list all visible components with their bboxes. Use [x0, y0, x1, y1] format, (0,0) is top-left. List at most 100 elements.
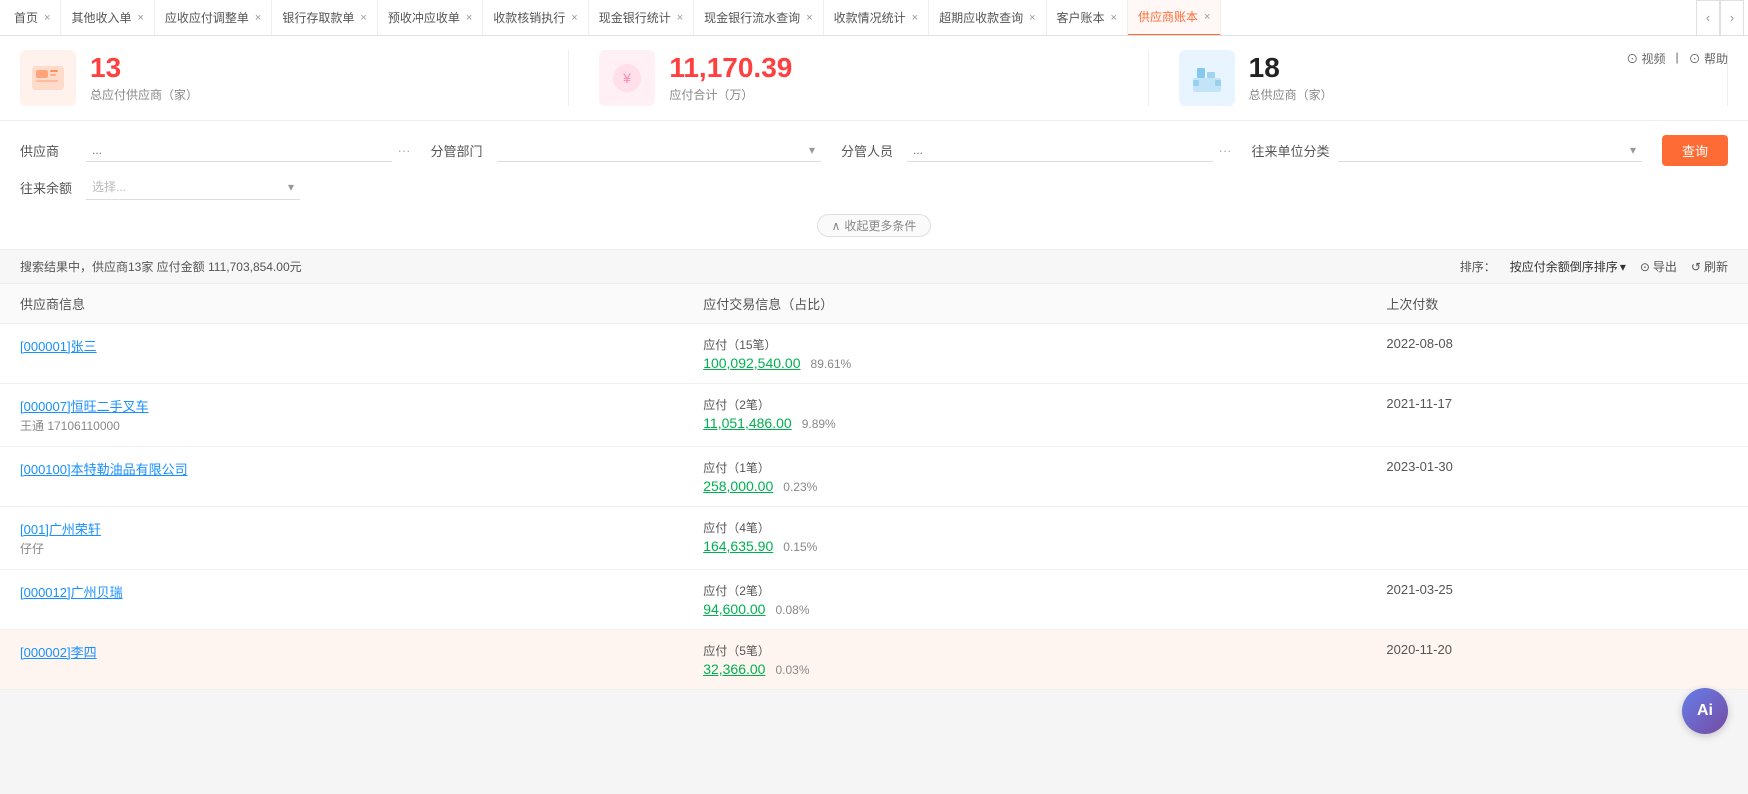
nav-tab-customer-book[interactable]: 客户账本 × [1047, 0, 1128, 36]
nav-tab-prepay[interactable]: 预收冲应收单 × [378, 0, 483, 36]
nav-tab-home-close[interactable]: × [44, 12, 50, 24]
stat-icon-ap: ¥ [599, 50, 655, 106]
person-filter-label: 分管人员 [841, 141, 901, 160]
nav-tab-supplier-book-close[interactable]: × [1204, 11, 1210, 23]
dept-filter-select[interactable]: ▾ [497, 139, 822, 162]
tx-amount-1[interactable]: 100,092,540.00 [703, 355, 800, 371]
nav-tab-cash-stat-label: 现金银行统计 [599, 9, 671, 26]
last-pay-1: 2022-08-08 [1386, 336, 1728, 351]
nav-tab-cash-flow[interactable]: 现金银行流水查询 × [694, 0, 823, 36]
nav-tab-overdue-close[interactable]: × [1029, 12, 1035, 24]
nav-tab-customer-book-close[interactable]: × [1111, 12, 1117, 24]
supplier-filter-dots: ··· [398, 143, 411, 158]
refresh-button[interactable]: ↺ 刷新 [1691, 258, 1728, 275]
search-button[interactable]: 查询 [1662, 135, 1728, 166]
supplier-info-6: [000002]李四 [20, 642, 703, 661]
supplier-link-4[interactable]: [001]广州荣轩 [20, 522, 101, 537]
tx-amount-6[interactable]: 32,366.00 [703, 661, 765, 677]
tx-amount-5[interactable]: 94,600.00 [703, 601, 765, 617]
stat-value-ap: 11,170.39 [669, 53, 792, 84]
filter-item-balance: 往来余额 选择... ▾ [20, 174, 300, 200]
supplier-link-3[interactable]: [000100]本特勒油品有限公司 [20, 462, 188, 477]
nav-tab-other-income[interactable]: 其他收入单 × [61, 0, 154, 36]
supplier-link-2[interactable]: [000007]恒旺二手叉车 [20, 399, 149, 414]
svg-text:¥: ¥ [622, 70, 631, 86]
nav-tab-supplier-book[interactable]: 供应商账本 × [1128, 0, 1221, 36]
stat-label-ap: 应付合计（万） [669, 86, 792, 103]
stat-item-total-ap: ¥ 11,170.39 应付合计（万） [569, 50, 1148, 106]
export-icon: ⊙ [1640, 260, 1650, 274]
sort-select[interactable]: 按应付余额倒序排序 ▾ [1510, 258, 1626, 275]
supplier-link-1[interactable]: [000001]张三 [20, 339, 97, 354]
nav-tab-overdue[interactable]: 超期应收款查询 × [929, 0, 1046, 36]
nav-tab-payment-stat[interactable]: 收款情况统计 × [824, 0, 929, 36]
collapse-button[interactable]: ∧ 收起更多条件 [817, 214, 932, 237]
collapse-up-icon: ∧ [832, 219, 841, 233]
nav-tab-other-income-label: 其他收入单 [71, 9, 131, 26]
category-chevron-down-icon: ▾ [1630, 143, 1636, 157]
nav-tab-bank-close[interactable]: × [360, 12, 366, 24]
nav-tab-payment-verify-close[interactable]: × [571, 12, 577, 24]
nav-tab-bank[interactable]: 银行存取款单 × [272, 0, 377, 36]
collapse-row: ∧ 收起更多条件 [20, 208, 1728, 239]
nav-tab-payment-verify[interactable]: 收款核销执行 × [483, 0, 588, 36]
nav-tab-home-label: 首页 [14, 9, 38, 26]
nav-tab-other-income-close[interactable]: × [137, 12, 143, 24]
transaction-info-4: 应付（4笔） 164,635.90 0.15% [703, 519, 1386, 554]
col-header-supplier: 供应商信息 [20, 294, 703, 313]
nav-tab-payment-stat-close[interactable]: × [912, 12, 918, 24]
nav-tab-prepay-close[interactable]: × [466, 12, 472, 24]
balance-select-value: 选择... [92, 178, 126, 195]
filter-item-category: 往来单位分类 ▾ [1252, 139, 1643, 162]
export-label: 导出 [1653, 258, 1677, 275]
nav-arrow-left[interactable]: ‹ [1696, 0, 1720, 36]
tx-label-5: 应付（2笔） [703, 582, 1386, 599]
transaction-info-2: 应付（2笔） 11,051,486.00 9.89% [703, 396, 1386, 431]
tx-row-3: 258,000.00 0.23% [703, 476, 1386, 494]
nav-tab-cash-stat-close[interactable]: × [677, 12, 683, 24]
nav-tab-cash-flow-close[interactable]: × [806, 12, 812, 24]
supplier-sub-4: 仔仔 [20, 540, 703, 557]
table-container: 供应商信息 应付交易信息（占比） 上次付数 [000001]张三 应付（15笔）… [0, 284, 1748, 690]
person-filter-input[interactable] [907, 139, 1213, 162]
nav-arrows: ‹ › [1696, 0, 1744, 36]
balance-filter-select[interactable]: 选择... ▾ [86, 174, 300, 200]
video-link[interactable]: ⊙ 视频 [1626, 50, 1665, 67]
table-row: [001]广州荣轩 仔仔 应付（4笔） 164,635.90 0.15% [0, 507, 1748, 570]
nav-tab-cash-stat[interactable]: 现金银行统计 × [589, 0, 694, 36]
tx-label-3: 应付（1笔） [703, 459, 1386, 476]
ai-assistant-button[interactable]: Ai [1682, 688, 1728, 734]
nav-tab-supplier-book-label: 供应商账本 [1138, 8, 1198, 25]
stat-label-total: 总供应商（家） [1249, 86, 1333, 103]
stat-text-payable: 13 总应付供应商（家） [90, 53, 198, 103]
tx-label-4: 应付（4笔） [703, 519, 1386, 536]
filter-row-1: 供应商 ··· 分管部门 ▾ 分管人员 ··· 往来单位分类 ▾ 查询 [20, 135, 1728, 166]
supplier-info-5: [000012]广州贝瑞 [20, 582, 703, 601]
sort-value-text: 按应付余额倒序排序 [1510, 258, 1618, 275]
sort-label: 排序： [1460, 258, 1496, 275]
supplier-filter-input[interactable] [86, 139, 392, 162]
nav-tab-ar-ap[interactable]: 应收应付调整单 × [155, 0, 272, 36]
nav-tab-home[interactable]: 首页 × [4, 0, 61, 36]
tx-label-6: 应付（5笔） [703, 642, 1386, 659]
export-button[interactable]: ⊙ 导出 [1640, 258, 1677, 275]
help-link[interactable]: ⊙ 帮助 [1689, 50, 1728, 67]
supplier-link-5[interactable]: [000012]广州贝瑞 [20, 585, 123, 600]
last-pay-6: 2020-11-20 [1386, 642, 1728, 657]
nav-tab-overdue-label: 超期应收款查询 [939, 9, 1023, 26]
nav-arrow-right[interactable]: › [1720, 0, 1744, 36]
tx-row-1: 100,092,540.00 89.61% [703, 353, 1386, 371]
category-filter-select[interactable]: ▾ [1338, 139, 1643, 162]
tx-amount-4[interactable]: 164,635.90 [703, 538, 773, 554]
supplier-info-1: [000001]张三 [20, 336, 703, 355]
nav-tab-ar-ap-close[interactable]: × [255, 12, 261, 24]
tx-row-4: 164,635.90 0.15% [703, 536, 1386, 554]
supplier-link-6[interactable]: [000002]李四 [20, 645, 97, 660]
filter-row-2: 往来余额 选择... ▾ [20, 174, 1728, 200]
tx-row-5: 94,600.00 0.08% [703, 599, 1386, 617]
tx-amount-2[interactable]: 11,051,486.00 [703, 415, 792, 431]
dept-filter-label: 分管部门 [431, 141, 491, 160]
tx-amount-3[interactable]: 258,000.00 [703, 478, 773, 494]
tx-pct-1: 89.61% [811, 357, 852, 371]
supplier-info-4: [001]广州荣轩 仔仔 [20, 519, 703, 557]
